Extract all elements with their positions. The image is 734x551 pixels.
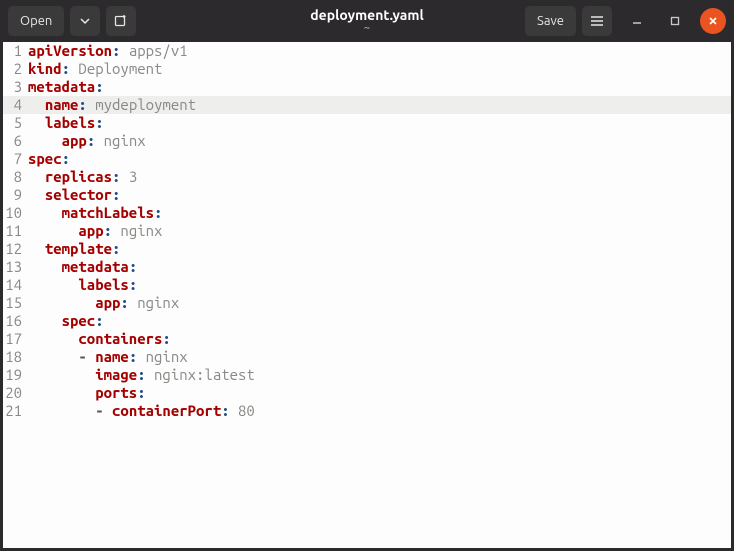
line-number: 9	[3, 186, 25, 204]
close-icon	[707, 15, 719, 27]
code-line[interactable]: 19 image: nginx:latest	[3, 366, 731, 384]
code-content: kind: Deployment	[25, 60, 162, 78]
open-button[interactable]: Open	[8, 6, 64, 36]
new-tab-icon	[114, 14, 128, 28]
code-line[interactable]: 6 app: nginx	[3, 132, 731, 150]
line-number: 19	[3, 366, 25, 384]
close-button[interactable]	[700, 8, 726, 34]
line-number: 5	[3, 114, 25, 132]
code-content: labels:	[25, 114, 104, 132]
line-number: 16	[3, 312, 25, 330]
code-line[interactable]: 5 labels:	[3, 114, 731, 132]
line-number: 15	[3, 294, 25, 312]
code-content: spec:	[25, 150, 70, 168]
maximize-button[interactable]	[662, 8, 688, 34]
line-number: 8	[3, 168, 25, 186]
open-button-label: Open	[20, 14, 52, 28]
code-line[interactable]: 12 template:	[3, 240, 731, 258]
code-line[interactable]: 10 matchLabels:	[3, 204, 731, 222]
code-line[interactable]: 11 app: nginx	[3, 222, 731, 240]
code-content: template:	[25, 240, 120, 258]
new-tab-button[interactable]	[106, 6, 136, 36]
line-number: 21	[3, 402, 25, 420]
code-content: matchLabels:	[25, 204, 162, 222]
code-content: replicas: 3	[25, 168, 137, 186]
code-content: metadata:	[25, 258, 137, 276]
code-content: selector:	[25, 186, 120, 204]
title-bar: Open deployment.yaml ~ Save	[0, 0, 734, 42]
open-recent-dropdown[interactable]	[70, 6, 100, 36]
line-number: 10	[3, 204, 25, 222]
line-number: 13	[3, 258, 25, 276]
code-line[interactable]: 9 selector:	[3, 186, 731, 204]
code-line[interactable]: 1apiVersion: apps/v1	[3, 42, 731, 60]
code-content: - name: nginx	[25, 348, 188, 366]
code-content: spec:	[25, 312, 104, 330]
minimize-icon	[631, 15, 643, 27]
line-number: 17	[3, 330, 25, 348]
line-number: 4	[3, 96, 25, 114]
line-number: 3	[3, 78, 25, 96]
line-number: 14	[3, 276, 25, 294]
maximize-icon	[669, 15, 681, 27]
line-number: 18	[3, 348, 25, 366]
line-number: 6	[3, 132, 25, 150]
minimize-button[interactable]	[624, 8, 650, 34]
code-line[interactable]: 7spec:	[3, 150, 731, 168]
code-content: - containerPort: 80	[25, 402, 255, 420]
code-line[interactable]: 14 labels:	[3, 276, 731, 294]
code-line[interactable]: 17 containers:	[3, 330, 731, 348]
line-number: 11	[3, 222, 25, 240]
code-line[interactable]: 18 - name: nginx	[3, 348, 731, 366]
line-number: 2	[3, 60, 25, 78]
code-content: image: nginx:latest	[25, 366, 255, 384]
code-content: app: nginx	[25, 294, 179, 312]
code-line[interactable]: 4 name: mydeployment	[3, 96, 731, 114]
save-button-label: Save	[537, 14, 564, 28]
code-content: labels:	[25, 276, 137, 294]
line-number: 1	[3, 42, 25, 60]
line-number: 12	[3, 240, 25, 258]
code-content: name: mydeployment	[25, 96, 196, 114]
code-content: apiVersion: apps/v1	[25, 42, 188, 60]
save-button[interactable]: Save	[525, 6, 576, 36]
code-content: app: nginx	[25, 222, 162, 240]
code-content: metadata:	[25, 78, 104, 96]
line-number: 20	[3, 384, 25, 402]
text-editor-area[interactable]: 1apiVersion: apps/v12kind: Deployment3me…	[0, 42, 734, 551]
code-line[interactable]: 3metadata:	[3, 78, 731, 96]
code-line[interactable]: 16 spec:	[3, 312, 731, 330]
code-line[interactable]: 15 app: nginx	[3, 294, 731, 312]
hamburger-icon	[590, 15, 604, 27]
code-content: ports:	[25, 384, 146, 402]
code-content: app: nginx	[25, 132, 146, 150]
chevron-down-icon	[80, 16, 90, 26]
code-line[interactable]: 2kind: Deployment	[3, 60, 731, 78]
code-content: containers:	[25, 330, 171, 348]
code-line[interactable]: 8 replicas: 3	[3, 168, 731, 186]
code-line[interactable]: 20 ports:	[3, 384, 731, 402]
code-line[interactable]: 13 metadata:	[3, 258, 731, 276]
line-number: 7	[3, 150, 25, 168]
hamburger-menu-button[interactable]	[582, 6, 612, 36]
code-line[interactable]: 21 - containerPort: 80	[3, 402, 731, 420]
